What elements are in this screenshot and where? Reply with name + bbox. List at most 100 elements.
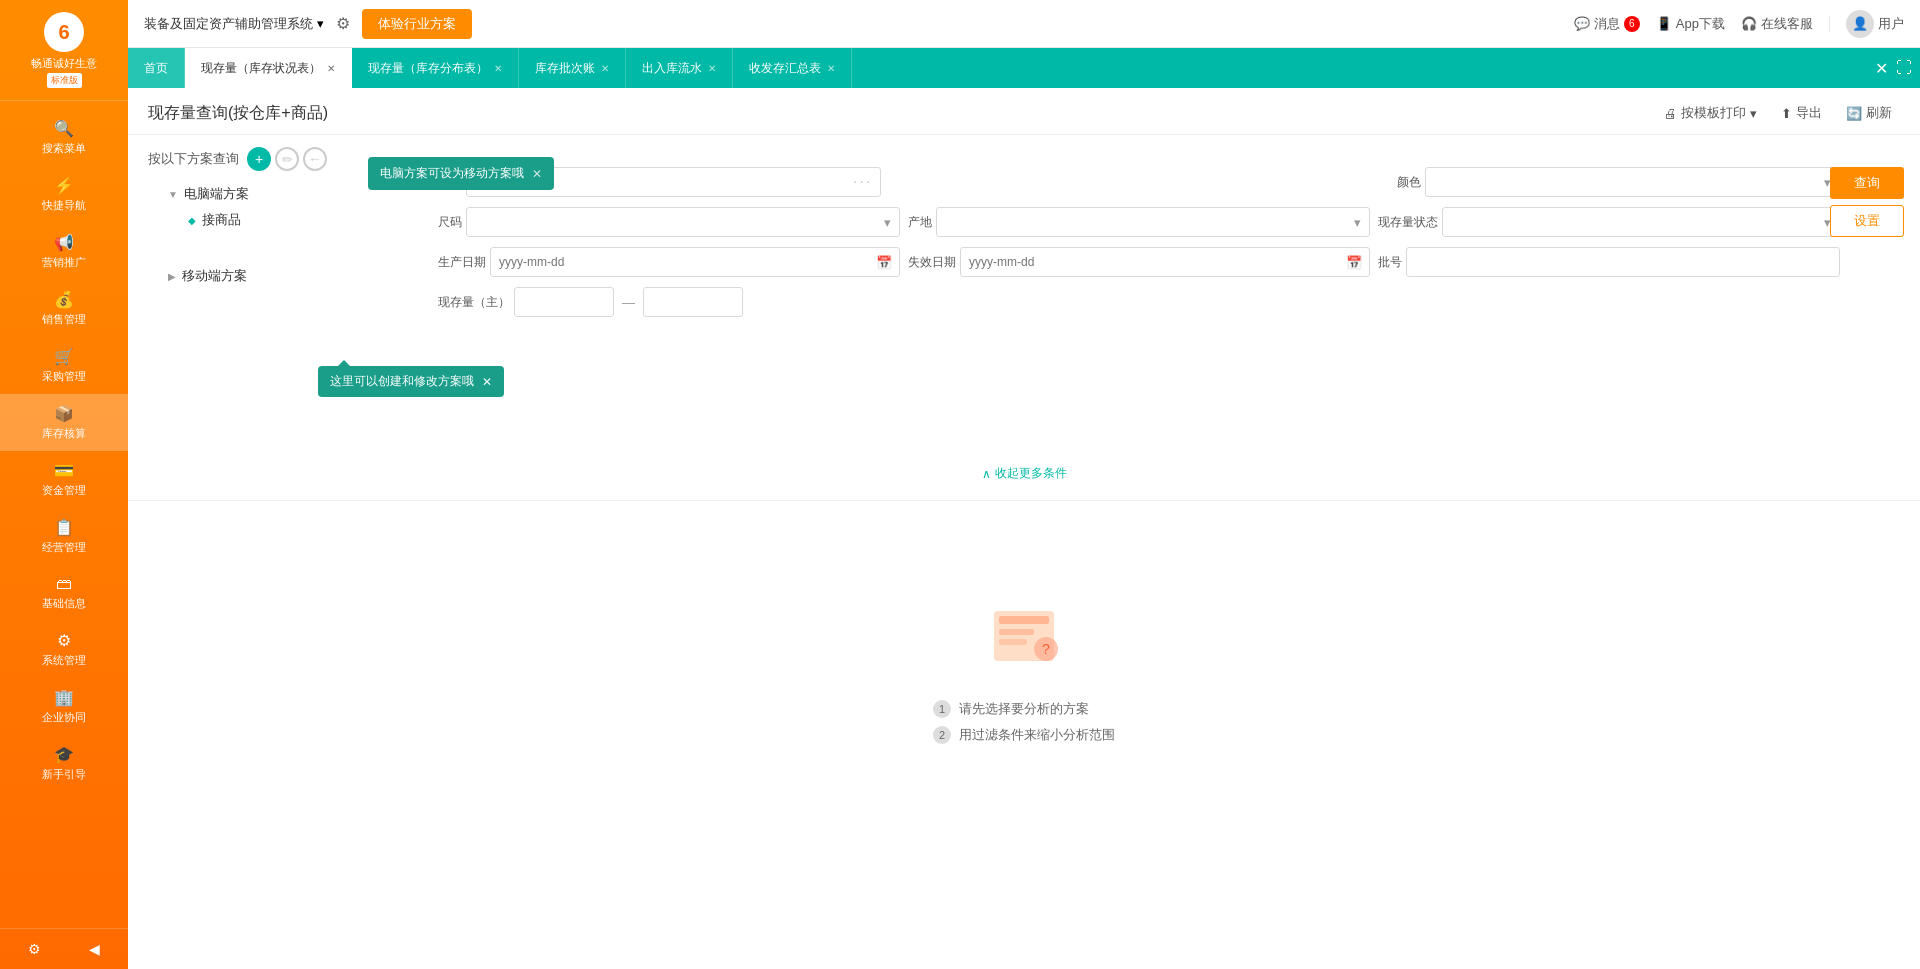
tab-close-batch_ledger[interactable]: ✕ [601,63,609,74]
sidebar-item-inventory[interactable]: 📦库存核算 [0,394,128,451]
sidebar-item-purchase[interactable]: 🛒采购管理 [0,337,128,394]
origin-select[interactable]: ▾ [936,207,1370,237]
sidebar-item-ops[interactable]: 📋经营管理 [0,508,128,565]
export-btn[interactable]: ⬆ 导出 [1773,100,1830,126]
sidebar-label-sales: 销售管理 [42,312,86,327]
mfg-date-wrapper: 📅 [490,247,900,277]
tab-batch_ledger[interactable]: 库存批次账✕ [519,48,626,88]
sidebar-label-guide: 新手引导 [42,767,86,782]
tab-close-inout_flow[interactable]: ✕ [708,63,716,74]
filter-edit-btn[interactable]: ✏ [275,147,299,171]
sidebar-item-search[interactable]: 🔍搜索菜单 [0,109,128,166]
sidebar-item-system[interactable]: ⚙系统管理 [0,621,128,678]
scheme-mobile-label: 移动端方案 [182,267,247,285]
mfg-date-input[interactable] [490,247,900,277]
goods-more-icon: ··· [853,173,872,191]
sidebar-icon-purchase: 🛒 [54,347,74,366]
sidebar-bottom: ⚙ ◀ [0,928,128,969]
batch-input[interactable] [1406,247,1840,277]
sidebar-collapse-btn[interactable]: ◀ [89,941,100,957]
reset-btn[interactable]: 设置 [1830,205,1904,237]
tab-label-collect_summary: 收发存汇总表 [749,60,821,77]
tab-inventory_status[interactable]: 现存量（库存状况表） ✕ [185,48,352,88]
user-avatar: 👤 [1846,10,1874,38]
filter-fields: 商品 ··· 颜色 ▾ [438,167,1840,327]
print-icon: 🖨 [1664,106,1677,121]
refresh-btn[interactable]: 🔄 刷新 [1838,100,1900,126]
online-support-label: 在线客服 [1761,15,1813,33]
sidebar-label-corp: 企业协同 [42,710,86,725]
header-settings-icon[interactable]: ⚙ [336,14,350,33]
sidebar-settings-btn[interactable]: ⚙ [28,941,41,957]
system-name-select[interactable]: 装备及固定资产辅助管理系统 ▾ [144,15,324,33]
quantity-max-input[interactable] [643,287,743,317]
tab-close-inventory_status[interactable]: ✕ [327,63,335,74]
collapse-btn-container: ∧ 收起更多条件 [148,459,1900,488]
tab-home[interactable]: 首页 [128,48,185,88]
tab-bar-actions: ✕ ⛶ [1875,59,1920,78]
app-download-action[interactable]: 📱 App下载 [1656,15,1725,33]
sidebar-label-nav: 快捷导航 [42,198,86,213]
scheme-tooltip-top: 电脑方案可设为移动方案哦 ✕ [368,157,554,190]
logo-icon: 6 [44,12,84,52]
sidebar-icon-ops: 📋 [54,518,74,537]
tab-inventory_dist[interactable]: 现存量（库存分布表） ✕ [352,48,519,88]
online-support-action[interactable]: 🎧 在线客服 [1741,15,1813,33]
notification-label: 消息 [1594,15,1620,33]
page-title: 现存量查询(按仓库+商品) [148,103,328,124]
notification-icon: 💬 [1574,16,1590,31]
export-label: 导出 [1796,104,1822,122]
sidebar-icon-guide: 🎓 [54,745,74,764]
user-label: 用户 [1878,15,1904,33]
svg-rect-2 [999,629,1034,635]
tab-close-inventory_dist[interactable]: ✕ [494,63,502,74]
notification-action[interactable]: 💬 消息 6 [1574,15,1640,33]
collapse-label: 收起更多条件 [995,465,1067,482]
tab-label-inventory_dist: 现存量（库存分布表） [368,60,488,77]
empty-svg: ? [974,581,1074,681]
sidebar-icon-system: ⚙ [57,631,71,650]
empty-step-2: 2 用过滤条件来缩小分析范围 [933,726,1115,744]
scheme-desktop-arrow: ▼ [168,189,178,200]
origin-dropdown-icon: ▾ [1354,215,1361,230]
sidebar-item-marketing[interactable]: 📢营销推广 [0,223,128,280]
mfg-date-cal-icon: 📅 [876,255,892,270]
tab-close-collect_summary[interactable]: ✕ [827,63,835,74]
sidebar-item-guide[interactable]: 🎓 新手引导 [0,735,128,792]
batch-label: 批号 [1378,254,1402,271]
tab-inout_flow[interactable]: 出入库流水 ✕ [626,48,733,88]
color-select[interactable]: ▾ [1425,167,1840,197]
search-btn[interactable]: 查询 [1830,167,1904,199]
sidebar-item-corp[interactable]: 🏢企业协同 [0,678,128,735]
tab-bar: 首页现存量（库存状况表）✕现存量（库存分布表）✕库存批次账✕出入库流水✕收发存汇… [128,48,1920,88]
tab-label-inventory_status: 现存量（库存状况表） [201,60,321,77]
tab-fullscreen-btn[interactable]: ⛶ [1896,59,1912,77]
guide-tooltip-close[interactable]: ✕ [482,375,492,389]
size-select[interactable]: ▾ [466,207,900,237]
quantity-label: 现存量（主） [438,294,510,311]
print-btn[interactable]: 🖨 按模板打印 ▾ [1656,100,1765,126]
sidebar-item-sales[interactable]: 💰销售管理 [0,280,128,337]
status-select[interactable]: ▾ [1442,207,1840,237]
scheme-sub-indicator: ◆ [188,215,196,226]
sidebar-icon-marketing: 📢 [54,233,74,252]
sidebar-label-search: 搜索菜单 [42,141,86,156]
scheme-tooltip-close[interactable]: ✕ [532,167,542,181]
sidebar-item-base[interactable]: 🗃基础信息 [0,565,128,621]
scheme-desktop-label: 电脑端方案 [184,185,249,203]
tab-collect_summary[interactable]: 收发存汇总表 ✕ [733,48,852,88]
quantity-min-input[interactable] [514,287,614,317]
sidebar-item-finance[interactable]: 💳资金管理 [0,451,128,508]
system-name: 装备及固定资产辅助管理系统 [144,15,313,33]
collapse-btn[interactable]: ∧ 收起更多条件 [148,459,1900,488]
filter-add-btn[interactable]: + [247,147,271,171]
tab-label-inout_flow: 出入库流水 [642,60,702,77]
sidebar-item-nav[interactable]: ⚡快捷导航 [0,166,128,223]
tab-close-all-btn[interactable]: ✕ [1875,59,1888,78]
industry-btn[interactable]: 体验行业方案 [362,9,472,39]
content-area: 现存量查询(按仓库+商品) 🖨 按模板打印 ▾ ⬆ 导出 🔄 刷新 [128,88,1920,969]
user-action[interactable]: 👤 用户 [1846,10,1904,38]
exp-date-input[interactable] [960,247,1370,277]
filter-back-btn[interactable]: ← [303,147,327,171]
filter-field-mfg-date: 生产日期 📅 [438,247,900,277]
